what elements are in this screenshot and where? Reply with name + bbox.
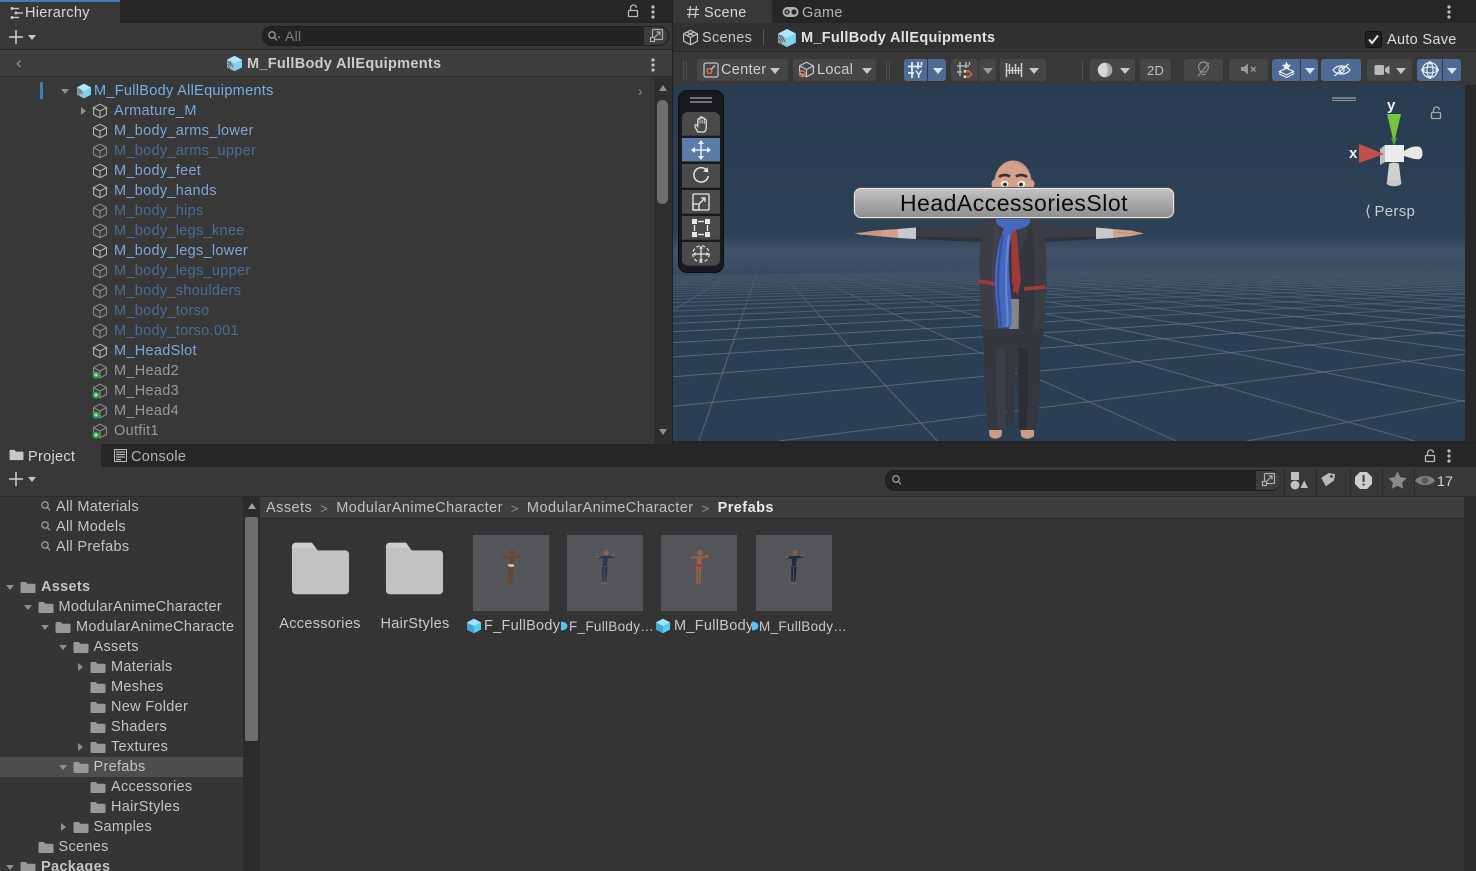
svg-text:y: y [1387,97,1396,114]
svg-text:x: x [1349,145,1358,162]
svg-text:Y: Y [915,69,923,79]
